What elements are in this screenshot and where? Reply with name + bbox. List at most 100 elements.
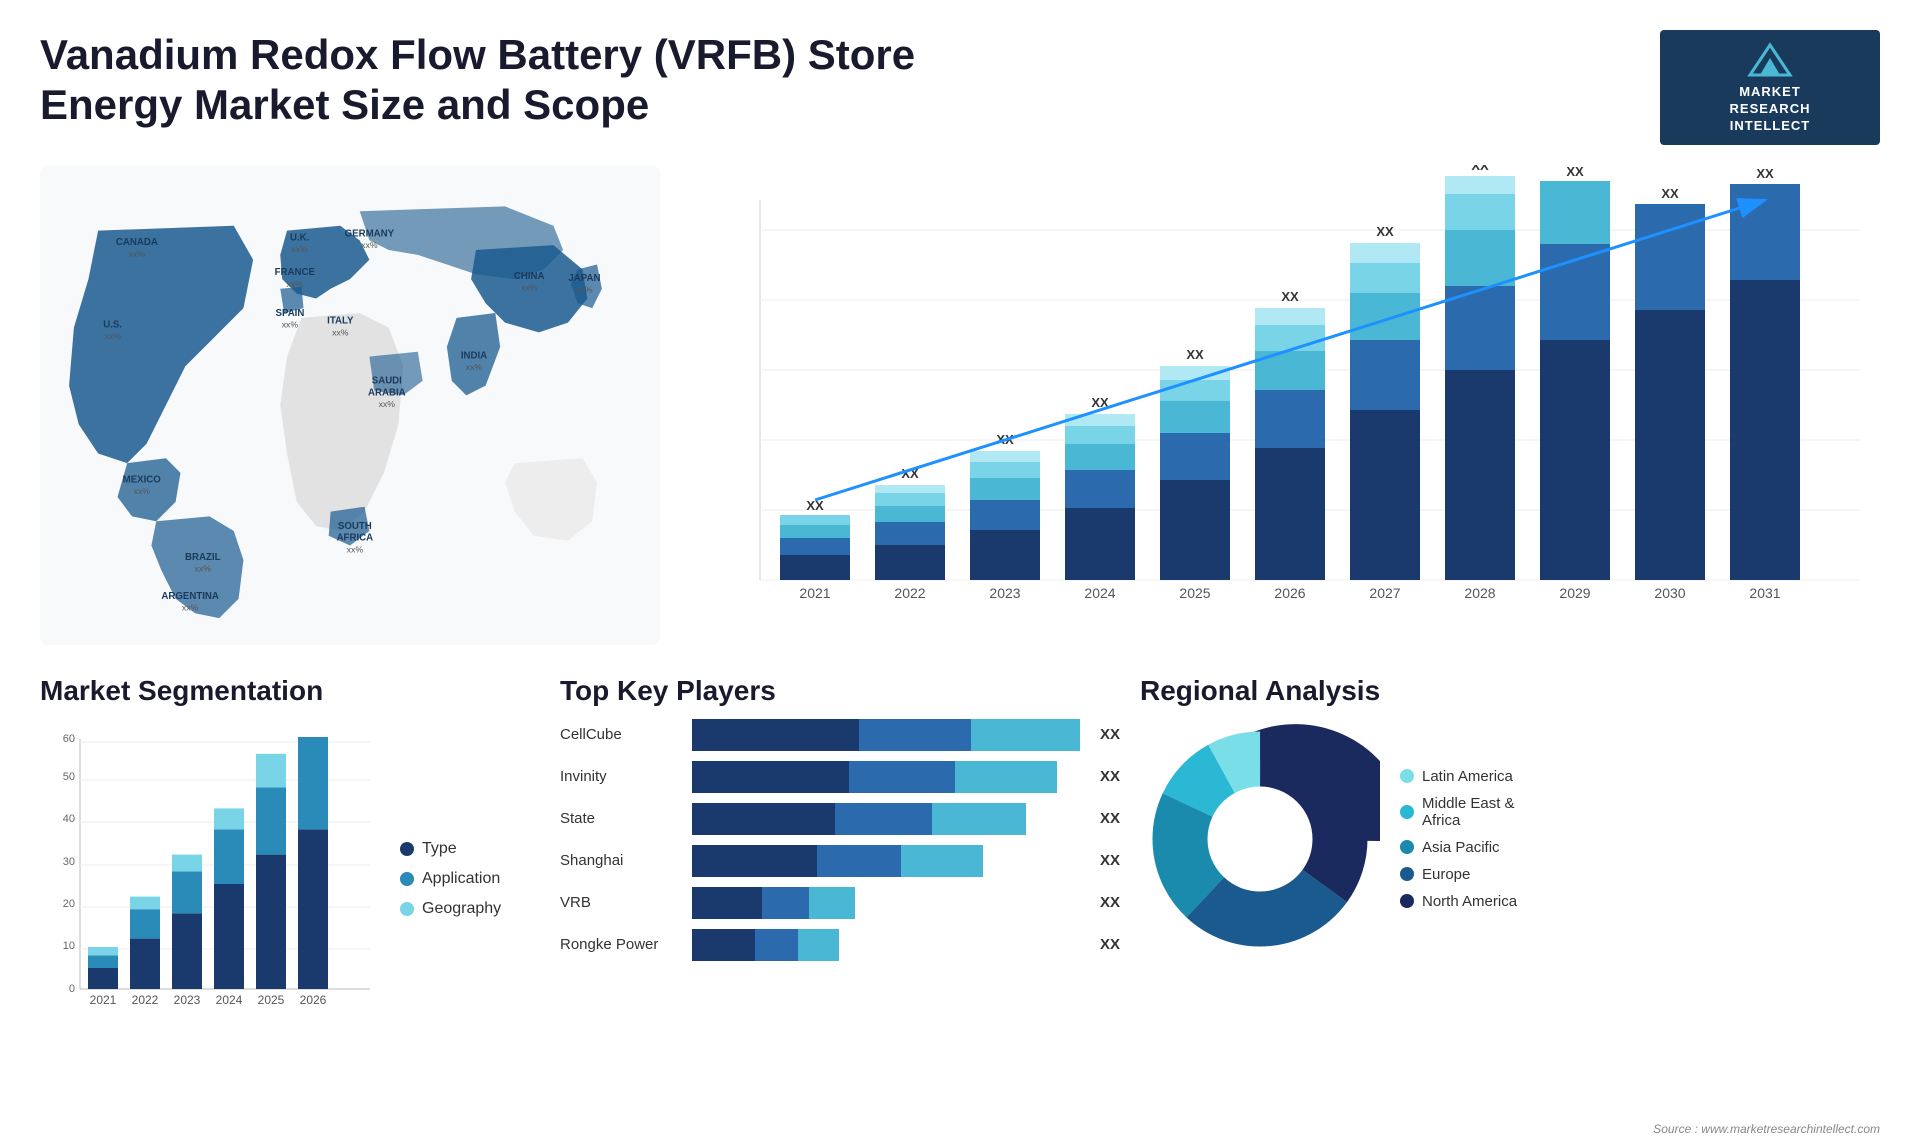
svg-text:2024: 2024 — [216, 993, 243, 1007]
svg-text:xx%: xx% — [104, 331, 121, 341]
svg-text:20: 20 — [63, 898, 75, 910]
geography-dot — [400, 902, 414, 916]
player-value-rongke: XX — [1100, 936, 1120, 953]
svg-text:XX: XX — [1471, 165, 1489, 173]
player-name-rongke: Rongke Power — [560, 936, 680, 953]
map-section: CANADA xx% U.S. xx% MEXICO xx% BRAZIL xx… — [40, 165, 660, 645]
svg-text:10: 10 — [63, 940, 75, 952]
application-dot — [400, 872, 414, 886]
svg-text:xx%: xx% — [347, 544, 364, 554]
svg-text:xx%: xx% — [291, 244, 308, 254]
svg-text:xx%: xx% — [133, 486, 150, 496]
player-value-vrb: XX — [1100, 894, 1120, 911]
svg-text:2023: 2023 — [174, 993, 201, 1007]
seg-legend-application: Application — [400, 870, 501, 888]
source-text: Source : www.marketresearchintellect.com — [1653, 1122, 1880, 1136]
svg-text:2023: 2023 — [989, 585, 1020, 601]
player-bar-vrb — [692, 887, 1080, 919]
player-value-cellcube: XX — [1100, 726, 1120, 743]
regional-section: Regional Analysis — [1140, 675, 1880, 1095]
svg-text:XX: XX — [1281, 289, 1299, 304]
logo-text: MARKET RESEARCH INTELLECT — [1730, 84, 1811, 135]
donut-svg — [1140, 719, 1380, 959]
world-map-svg: CANADA xx% U.S. xx% MEXICO xx% BRAZIL xx… — [40, 165, 660, 645]
svg-text:AFRICA: AFRICA — [337, 532, 374, 543]
svg-text:2029: 2029 — [1559, 585, 1590, 601]
map-label-saudi: SAUDI — [372, 375, 402, 386]
player-value-invinity: XX — [1100, 768, 1120, 785]
svg-text:xx%: xx% — [521, 282, 538, 292]
europe-label: Europe — [1422, 866, 1470, 883]
svg-text:2025: 2025 — [258, 993, 285, 1007]
seg-legend-type: Type — [400, 840, 501, 858]
player-row: CellCube XX — [560, 719, 1120, 751]
map-label-japan: JAPAN — [568, 273, 600, 284]
svg-text:2021: 2021 — [90, 993, 117, 1007]
player-bar-state — [692, 803, 1080, 835]
player-name-shanghai: Shanghai — [560, 852, 680, 869]
player-row: Shanghai XX — [560, 845, 1120, 877]
north-america-dot — [1400, 894, 1414, 908]
map-label-spain: SPAIN — [276, 308, 305, 319]
header: Vanadium Redox Flow Battery (VRFB) Store… — [40, 30, 1880, 145]
player-name-invinity: Invinity — [560, 768, 680, 785]
map-label-italy: ITALY — [327, 315, 354, 326]
svg-text:0: 0 — [69, 983, 75, 995]
player-bar-invinity — [692, 761, 1080, 793]
svg-text:xx%: xx% — [379, 399, 396, 409]
seg-legend: Type Application Geography — [400, 840, 501, 918]
logo-icon — [1745, 40, 1795, 80]
player-row: State XX — [560, 803, 1120, 835]
svg-text:2026: 2026 — [1274, 585, 1305, 601]
svg-text:xx%: xx% — [182, 602, 199, 612]
svg-text:xx%: xx% — [129, 248, 146, 258]
player-bar-shanghai — [692, 845, 1080, 877]
svg-text:2028: 2028 — [1464, 585, 1495, 601]
north-america-label: North America — [1422, 893, 1517, 910]
type-label: Type — [422, 840, 457, 858]
svg-text:xx%: xx% — [466, 362, 483, 372]
middle-east-africa-dot — [1400, 805, 1414, 819]
svg-text:40: 40 — [63, 813, 75, 825]
player-name-state: State — [560, 810, 680, 827]
svg-text:xx%: xx% — [361, 240, 378, 250]
svg-text:ARABIA: ARABIA — [368, 387, 406, 398]
svg-text:30: 30 — [63, 856, 75, 868]
middle-east-africa-label: Middle East &Africa — [1422, 795, 1515, 829]
map-label-mexico: MEXICO — [123, 474, 162, 485]
legend-north-america: North America — [1400, 893, 1517, 910]
svg-text:xx%: xx% — [282, 319, 299, 329]
map-label-china: CHINA — [514, 271, 545, 282]
svg-text:XX: XX — [1566, 165, 1584, 179]
svg-text:2027: 2027 — [1369, 585, 1400, 601]
legend-middle-east-africa: Middle East &Africa — [1400, 795, 1517, 829]
regional-content: Latin America Middle East &Africa Asia P… — [1140, 719, 1880, 959]
players-list: CellCube XX Invinity — [560, 719, 1120, 961]
map-label-south-africa: SOUTH — [338, 521, 372, 532]
svg-text:xx%: xx% — [287, 278, 304, 288]
seg-chart-svg: 0 10 20 30 40 50 60 — [40, 729, 380, 1029]
map-label-brazil: BRAZIL — [185, 552, 221, 563]
key-players-section: Top Key Players CellCube XX Invinity — [560, 675, 1120, 1095]
europe-dot — [1400, 867, 1414, 881]
svg-text:60: 60 — [63, 733, 75, 745]
map-label-us: U.S. — [103, 319, 122, 330]
player-row: VRB XX — [560, 887, 1120, 919]
player-name-vrb: VRB — [560, 894, 680, 911]
player-name-cellcube: CellCube — [560, 726, 680, 743]
regional-title: Regional Analysis — [1140, 675, 1880, 707]
svg-text:2030: 2030 — [1654, 585, 1685, 601]
svg-text:2026: 2026 — [300, 993, 327, 1007]
key-players-title: Top Key Players — [560, 675, 1120, 707]
map-label-france: FRANCE — [275, 267, 316, 278]
chart-section: XX 2021 XX 2022 XX 2023 — [680, 165, 1880, 645]
svg-text:2021: 2021 — [799, 585, 830, 601]
svg-text:XX: XX — [1756, 166, 1774, 181]
svg-text:2031: 2031 — [1749, 585, 1780, 601]
legend-europe: Europe — [1400, 866, 1517, 883]
player-row: Invinity XX — [560, 761, 1120, 793]
svg-text:xx%: xx% — [332, 327, 349, 337]
svg-text:2024: 2024 — [1084, 585, 1115, 601]
legend-asia-pacific: Asia Pacific — [1400, 839, 1517, 856]
application-label: Application — [422, 870, 500, 888]
